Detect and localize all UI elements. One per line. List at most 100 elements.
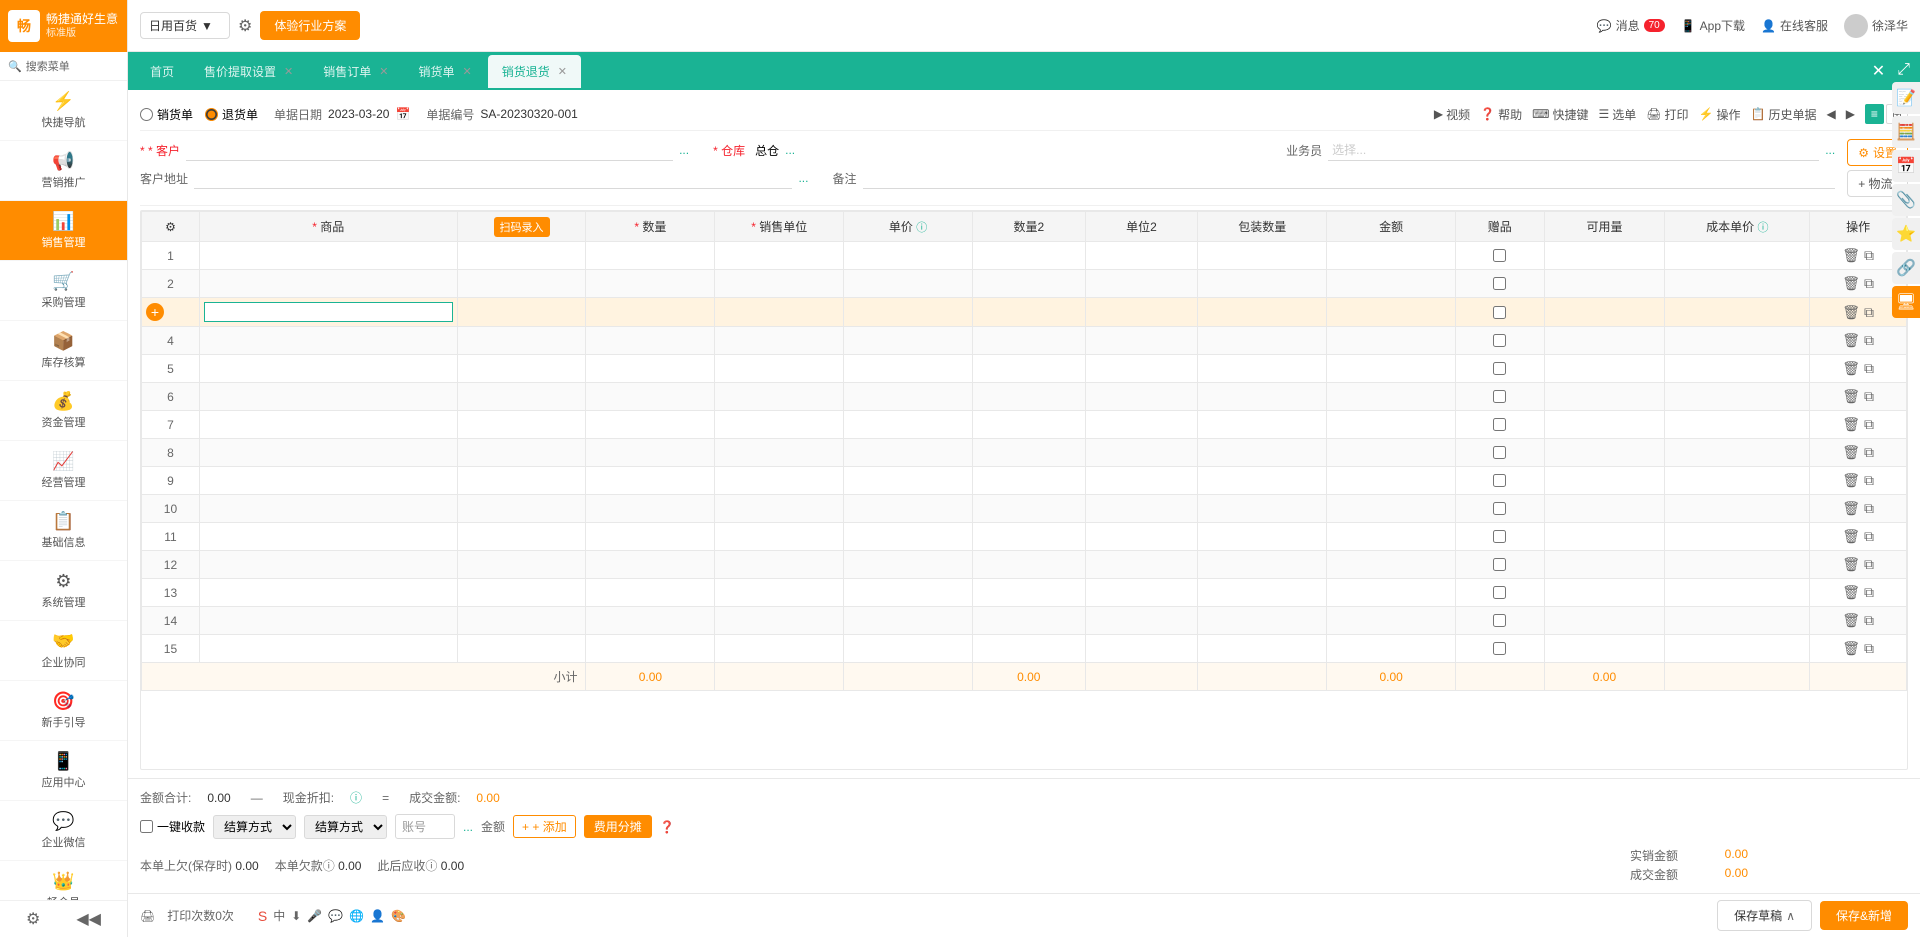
- tab-sale-delivery[interactable]: 销货单 ✕: [404, 55, 485, 88]
- sale-unit-cell[interactable]: [715, 383, 844, 411]
- product-cell[interactable]: [199, 242, 457, 270]
- copy-row-btn[interactable]: ⧉: [1864, 500, 1874, 516]
- quantity-cell[interactable]: [586, 327, 715, 355]
- unit2-cell[interactable]: [1085, 242, 1198, 270]
- quantity2-cell[interactable]: [972, 523, 1085, 551]
- sidebar-item-marketing[interactable]: 📢 营销推广: [0, 141, 127, 201]
- sale-unit-cell[interactable]: [715, 551, 844, 579]
- gift-checkbox[interactable]: [1493, 446, 1506, 459]
- one-key-payment-checkbox[interactable]: 一键收款: [140, 818, 205, 835]
- product-cell[interactable]: [199, 327, 457, 355]
- search-menu-item[interactable]: 🔍 搜索菜单: [0, 52, 127, 81]
- history-btn[interactable]: 📋 历史单据: [1750, 106, 1816, 123]
- unit-price-cell[interactable]: [844, 383, 973, 411]
- unit2-cell[interactable]: [1085, 495, 1198, 523]
- sale-unit-cell[interactable]: [715, 607, 844, 635]
- quantity2-cell[interactable]: [972, 467, 1085, 495]
- sidebar-item-purchase[interactable]: 🛒 采购管理: [0, 261, 127, 321]
- gift-cell[interactable]: [1456, 242, 1545, 270]
- customer-lookup-btn[interactable]: ...: [679, 143, 689, 157]
- radio-return[interactable]: 退货单: [205, 106, 258, 123]
- unit-price-cell[interactable]: [844, 579, 973, 607]
- close-tab-btn[interactable]: ✕: [1870, 59, 1887, 83]
- product-cell[interactable]: [199, 551, 457, 579]
- quantity2-cell[interactable]: [972, 327, 1085, 355]
- sale-unit-cell[interactable]: [715, 467, 844, 495]
- unit-price-cell[interactable]: [844, 467, 973, 495]
- product-cell[interactable]: [199, 635, 457, 663]
- quick-calc[interactable]: 🧮: [1892, 116, 1920, 148]
- quantity-cell[interactable]: [586, 635, 715, 663]
- pkg-quantity-cell[interactable]: [1198, 355, 1327, 383]
- sidebar-item-inventory[interactable]: 📦 库存核算: [0, 321, 127, 381]
- sale-unit-cell[interactable]: [715, 327, 844, 355]
- message-item[interactable]: 💬 消息 70: [1597, 17, 1665, 34]
- topbar-settings-icon[interactable]: ⚙: [238, 16, 252, 36]
- unit2-cell[interactable]: [1085, 355, 1198, 383]
- sidebar-item-finance[interactable]: 💰 资金管理: [0, 381, 127, 441]
- video-btn[interactable]: ▶ 视频: [1434, 106, 1470, 123]
- unit2-cell[interactable]: [1085, 523, 1198, 551]
- delete-row-btn[interactable]: 🗑: [1842, 500, 1860, 516]
- product-cell[interactable]: [199, 355, 457, 383]
- gift-checkbox[interactable]: [1493, 586, 1506, 599]
- delete-row-btn[interactable]: 🗑: [1842, 640, 1860, 656]
- quantity2-cell[interactable]: [972, 411, 1085, 439]
- address-lookup-btn[interactable]: ...: [798, 171, 808, 185]
- fee-split-btn[interactable]: 费用分摊: [584, 815, 652, 838]
- quick-star[interactable]: ⭐: [1892, 218, 1920, 250]
- quantity-cell[interactable]: [586, 298, 715, 327]
- add-row-btn[interactable]: +: [146, 303, 164, 321]
- copy-row-btn[interactable]: ⧉: [1864, 416, 1874, 432]
- gift-cell[interactable]: [1456, 523, 1545, 551]
- quantity2-cell[interactable]: [972, 383, 1085, 411]
- remark-input[interactable]: [863, 167, 1836, 189]
- quantity-cell[interactable]: [586, 355, 715, 383]
- collapse-btn[interactable]: ◀◀: [76, 909, 101, 929]
- quantity2-cell[interactable]: [972, 579, 1085, 607]
- unit-price-cell[interactable]: [844, 298, 973, 327]
- delete-row-btn[interactable]: 🗑: [1842, 444, 1860, 460]
- app-download-item[interactable]: 📱 App下载: [1681, 17, 1745, 34]
- quick-history[interactable]: 📅: [1892, 150, 1920, 182]
- pkg-quantity-cell[interactable]: [1198, 298, 1327, 327]
- sale-unit-cell[interactable]: [715, 495, 844, 523]
- sale-unit-cell[interactable]: [715, 439, 844, 467]
- quantity2-cell[interactable]: [972, 607, 1085, 635]
- staff-lookup-btn[interactable]: ...: [1825, 143, 1835, 157]
- gift-cell[interactable]: [1456, 298, 1545, 327]
- copy-row-btn[interactable]: ⧉: [1864, 640, 1874, 656]
- add-payment-btn[interactable]: + + 添加: [513, 815, 576, 838]
- gift-cell[interactable]: [1456, 355, 1545, 383]
- unit2-cell[interactable]: [1085, 467, 1198, 495]
- data-table-wrapper[interactable]: ⚙ * 商品 扫码录入 * 数量: [140, 210, 1908, 770]
- warehouse-lookup-btn[interactable]: ...: [785, 143, 795, 157]
- product-cell[interactable]: [199, 439, 457, 467]
- quantity-cell[interactable]: [586, 495, 715, 523]
- delete-row-btn[interactable]: 🗑: [1842, 332, 1860, 348]
- copy-row-btn[interactable]: ⧉: [1864, 528, 1874, 544]
- tab-close-icon[interactable]: ✕: [558, 65, 567, 78]
- delete-row-btn[interactable]: 🗑: [1842, 388, 1860, 404]
- unit-price-cell[interactable]: [844, 439, 973, 467]
- quantity-cell[interactable]: [586, 411, 715, 439]
- calendar-icon[interactable]: 📅: [395, 107, 410, 121]
- gift-cell[interactable]: [1456, 439, 1545, 467]
- sidebar-item-operations[interactable]: 📈 经营管理: [0, 441, 127, 501]
- unit2-cell[interactable]: [1085, 411, 1198, 439]
- sale-unit-cell[interactable]: [715, 411, 844, 439]
- copy-row-btn[interactable]: ⧉: [1864, 332, 1874, 348]
- help-btn[interactable]: ❓ 帮助: [1480, 106, 1522, 123]
- gift-checkbox[interactable]: [1493, 502, 1506, 515]
- quick-screen[interactable]: 🖥: [1892, 286, 1920, 318]
- unit-price-cell[interactable]: [844, 327, 973, 355]
- pkg-quantity-cell[interactable]: [1198, 579, 1327, 607]
- sale-unit-cell[interactable]: [715, 579, 844, 607]
- delete-row-btn[interactable]: 🗑: [1842, 304, 1860, 320]
- gift-checkbox[interactable]: [1493, 530, 1506, 543]
- product-cell[interactable]: [199, 523, 457, 551]
- tab-home[interactable]: 首页: [136, 55, 188, 88]
- product-cell[interactable]: [199, 298, 457, 327]
- unit-price-cell[interactable]: [844, 551, 973, 579]
- account-dots[interactable]: ...: [463, 820, 473, 834]
